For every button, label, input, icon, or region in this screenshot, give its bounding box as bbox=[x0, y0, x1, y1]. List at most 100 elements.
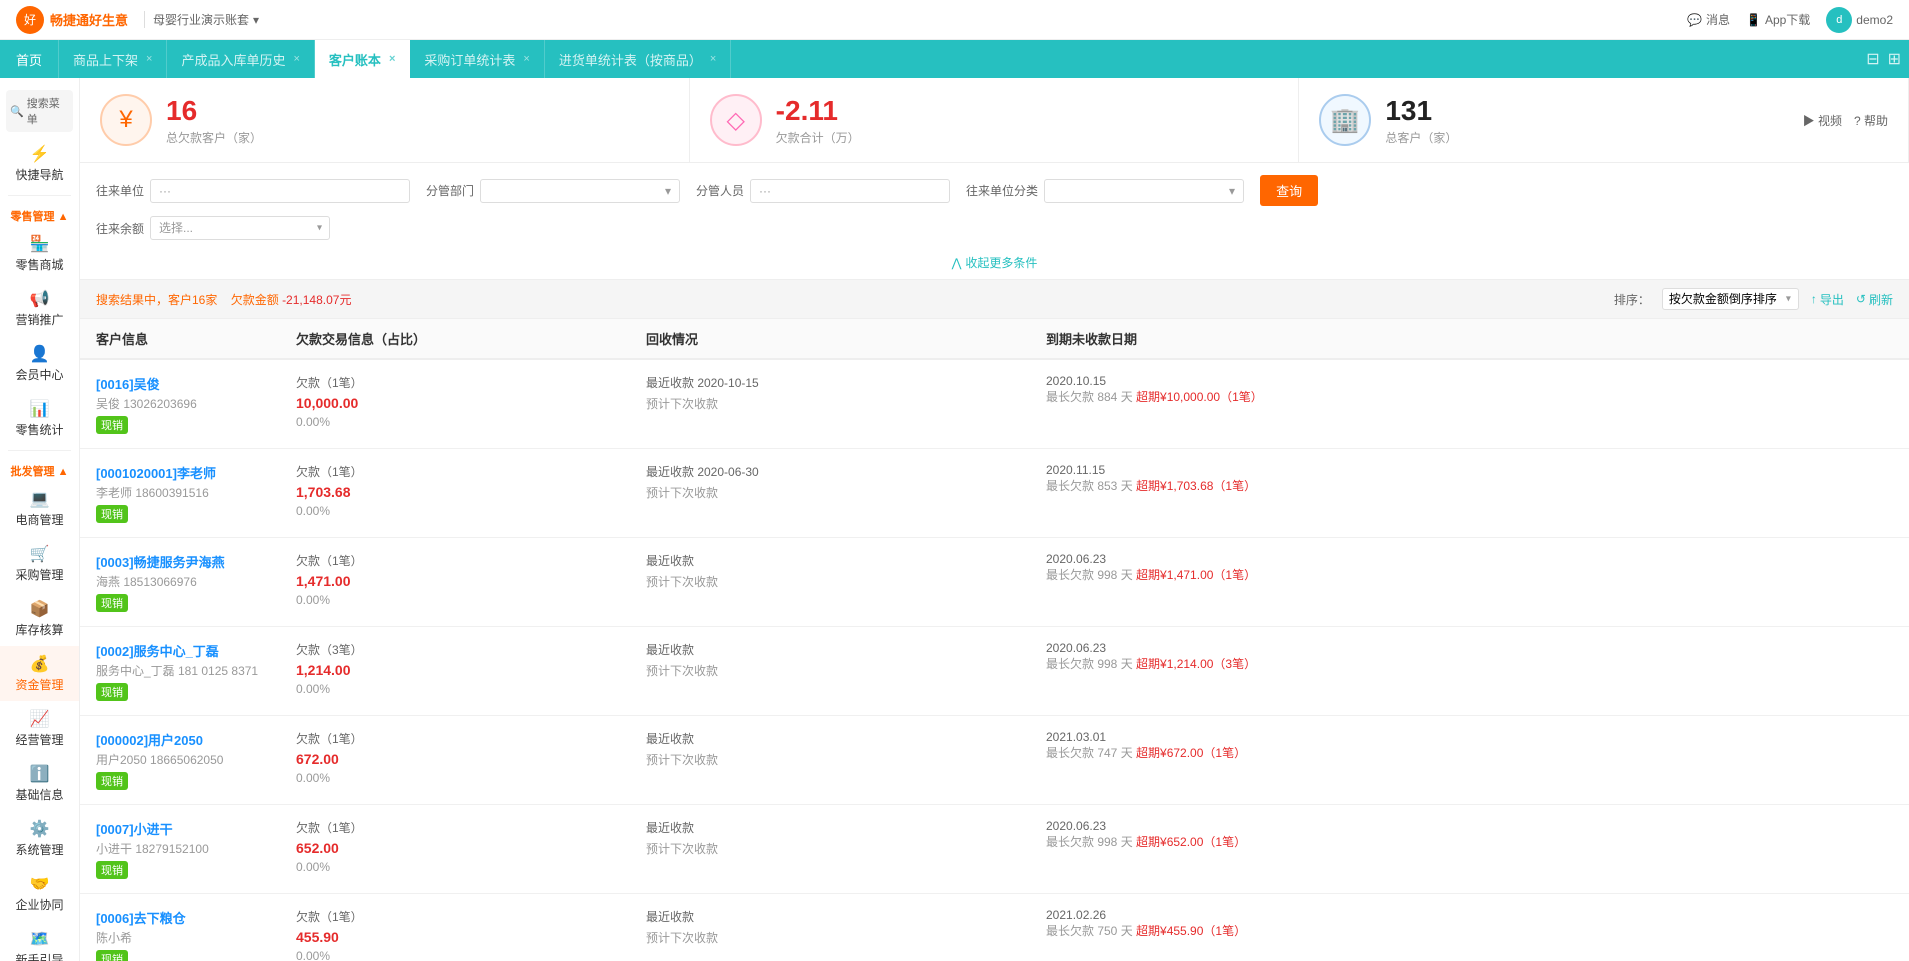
overdue-days-4: 最长欠款 747 天 超期¥672.00（1笔） bbox=[1046, 744, 1893, 761]
results-actions: 排序： 按欠款金额倒序排序 ↑ 导出 ↺ 刷新 bbox=[1614, 288, 1893, 310]
due-date-5: 2020.06.23 bbox=[1046, 819, 1893, 833]
stats-bar: ¥ 16 总欠款客户（家） ◇ -2.11 欠款合计（万） 🏢 131 总客户（… bbox=[80, 78, 1909, 163]
debt-cell-6: 欠款（1笔） 455.90 0.00% bbox=[296, 908, 646, 961]
customer-tag-1: 现销 bbox=[96, 505, 128, 523]
stat-card-actions: ▶ 视频 ? 帮助 bbox=[1803, 112, 1888, 129]
collapse-btn[interactable]: ⋀ 收起更多条件 bbox=[96, 250, 1893, 271]
close-icon[interactable]: × bbox=[293, 53, 299, 65]
sidebar-item-inventory[interactable]: 📦 库存核算 bbox=[0, 591, 79, 646]
app-download-btn[interactable]: 📱 App下载 bbox=[1746, 11, 1810, 28]
debt-amount-5[interactable]: 652.00 bbox=[296, 840, 646, 856]
help-btn[interactable]: ? 帮助 bbox=[1854, 112, 1888, 129]
customer-name-5[interactable]: [0007]小进干 bbox=[96, 819, 296, 838]
customer-cell-4: [000002]用户2050 用户2050 18665062050 现销 bbox=[96, 730, 296, 790]
customer-name-2[interactable]: [0003]畅捷服务尹海燕 bbox=[96, 552, 296, 571]
close-icon[interactable]: × bbox=[389, 53, 395, 65]
overdue-badge-5[interactable]: 超期¥652.00（1笔） bbox=[1136, 835, 1246, 849]
sidebar-item-basic-info[interactable]: ℹ️ 基础信息 bbox=[0, 756, 79, 811]
company-selector[interactable]: 母婴行业演示账套 ▾ bbox=[144, 11, 259, 28]
user-menu-btn[interactable]: d demo2 bbox=[1826, 7, 1893, 33]
department-input[interactable]: ▾ bbox=[480, 179, 680, 203]
sidebar-item-finance[interactable]: 💰 资金管理 bbox=[0, 646, 79, 701]
debt-pct-2: 0.00% bbox=[296, 593, 646, 607]
due-date-6: 2021.02.26 bbox=[1046, 908, 1893, 922]
debt-amount-4[interactable]: 672.00 bbox=[296, 751, 646, 767]
tab-home[interactable]: 首页 bbox=[0, 40, 59, 78]
customer-name-1[interactable]: [0001020001]李老师 bbox=[96, 463, 296, 482]
sidebar-section-retail[interactable]: 零售管理 ▲ bbox=[0, 200, 79, 226]
tab-expand-icon[interactable]: ⊞ bbox=[1888, 49, 1901, 69]
overdue-badge-1[interactable]: 超期¥1,703.68（1笔） bbox=[1136, 479, 1256, 493]
top-bar-left: 好 畅捷通好生意 母婴行业演示账套 ▾ bbox=[16, 6, 259, 34]
overdue-badge-4[interactable]: 超期¥672.00（1笔） bbox=[1136, 746, 1246, 760]
sidebar-item-retail-stats[interactable]: 📊 零售统计 bbox=[0, 391, 79, 446]
close-icon[interactable]: × bbox=[710, 53, 716, 65]
sort-select[interactable]: 按欠款金额倒序排序 bbox=[1662, 288, 1799, 310]
manager-input[interactable]: ··· bbox=[750, 179, 950, 203]
sidebar-item-operation[interactable]: 📈 经营管理 bbox=[0, 701, 79, 756]
tab-collapse-icon[interactable]: ⊟ bbox=[1866, 49, 1879, 69]
tab-product-offshelf[interactable]: 商品上下架 × bbox=[59, 40, 167, 78]
query-btn[interactable]: 查询 bbox=[1260, 175, 1318, 206]
tab-purchase-order[interactable]: 采购订单统计表 × bbox=[410, 40, 544, 78]
total-icon: 🏢 bbox=[1319, 94, 1371, 146]
stat-label-total: 总客户（家） bbox=[1385, 129, 1457, 146]
source-unit-input[interactable]: ··· bbox=[150, 179, 410, 203]
balance-select[interactable]: 选择... bbox=[150, 216, 330, 240]
unit-category-input[interactable]: ▾ bbox=[1044, 179, 1244, 203]
tab-purchase-stats[interactable]: 进货单统计表（按商品） × bbox=[545, 40, 731, 78]
sidebar-item-member[interactable]: 👤 会员中心 bbox=[0, 336, 79, 391]
customer-name-4[interactable]: [000002]用户2050 bbox=[96, 730, 296, 749]
recent-collect-3: 最近收款 bbox=[646, 641, 1046, 658]
sidebar-item-enterprise-collab[interactable]: 🤝 企业协同 bbox=[0, 866, 79, 921]
refresh-btn[interactable]: ↺ 刷新 bbox=[1856, 291, 1893, 308]
date-cell-0: 2020.10.15 最长欠款 884 天 超期¥10,000.00（1笔） bbox=[1046, 374, 1893, 405]
customer-tag-4: 现销 bbox=[96, 772, 128, 790]
sidebar-item-marketing[interactable]: 📢 营销推广 bbox=[0, 281, 79, 336]
customer-tag-2: 现销 bbox=[96, 594, 128, 612]
close-icon[interactable]: × bbox=[523, 53, 529, 65]
close-icon[interactable]: × bbox=[146, 53, 152, 65]
overdue-badge-3[interactable]: 超期¥1,214.00（3笔） bbox=[1136, 657, 1256, 671]
debt-pct-1: 0.00% bbox=[296, 504, 646, 518]
debt-amount-1[interactable]: 1,703.68 bbox=[296, 484, 646, 500]
date-cell-3: 2020.06.23 最长欠款 998 天 超期¥1,214.00（3笔） bbox=[1046, 641, 1893, 672]
sidebar-item-system[interactable]: ⚙️ 系统管理 bbox=[0, 811, 79, 866]
recent-collect-2: 最近收款 bbox=[646, 552, 1046, 569]
sidebar-item-guide[interactable]: 🗺️ 新手引导 bbox=[0, 921, 79, 961]
message-btn[interactable]: 💬 消息 bbox=[1687, 11, 1730, 28]
mall-icon: 🏪 bbox=[30, 234, 50, 254]
debt-amount-2[interactable]: 1,471.00 bbox=[296, 573, 646, 589]
customer-name-3[interactable]: [0002]服务中心_丁磊 bbox=[96, 641, 296, 660]
tab-customer-account[interactable]: 客户账本 × bbox=[315, 40, 410, 78]
stat-text-amount: -2.11 欠款合计（万） bbox=[776, 95, 860, 146]
purchase-icon: 🛒 bbox=[30, 544, 50, 564]
view-video-btn[interactable]: ▶ 视频 bbox=[1803, 112, 1842, 129]
overdue-badge-2[interactable]: 超期¥1,471.00（1笔） bbox=[1136, 568, 1256, 582]
table-body: [0016]吴俊 吴俊 13026203696 现销 欠款（1笔） 10,000… bbox=[80, 360, 1909, 961]
sidebar-item-retail-mall[interactable]: 🏪 零售商城 bbox=[0, 226, 79, 281]
logo-area: 好 畅捷通好生意 bbox=[16, 6, 128, 34]
debt-amount-0[interactable]: 10,000.00 bbox=[296, 395, 646, 411]
debt-amount-6[interactable]: 455.90 bbox=[296, 929, 646, 945]
export-btn[interactable]: ↑ 导出 bbox=[1811, 291, 1844, 308]
tab-bar: 首页 商品上下架 × 产成品入库单历史 × 客户账本 × 采购订单统计表 × 进… bbox=[0, 40, 1909, 78]
tab-product-history[interactable]: 产成品入库单历史 × bbox=[167, 40, 314, 78]
department-label: 分管部门 bbox=[426, 182, 474, 199]
table-row: [0006]去下粮仓 陈小希 现销 欠款（1笔） 455.90 0.00% 最近… bbox=[80, 894, 1909, 961]
sidebar-item-quick-nav[interactable]: ⚡ 快捷导航 bbox=[0, 136, 79, 191]
overdue-badge-6[interactable]: 超期¥455.90（1笔） bbox=[1136, 924, 1246, 938]
debt-amount-3[interactable]: 1,214.00 bbox=[296, 662, 646, 678]
search-menu-btn[interactable]: 🔍 搜索菜单 bbox=[6, 90, 73, 132]
table-row: [0003]畅捷服务尹海燕 海燕 18513066976 现销 欠款（1笔） 1… bbox=[80, 538, 1909, 627]
customer-name-6[interactable]: [0006]去下粮仓 bbox=[96, 908, 296, 927]
sidebar-item-ecommerce[interactable]: 💻 电商管理 bbox=[0, 481, 79, 536]
stats-icon: 📊 bbox=[30, 399, 50, 419]
chevron-down-icon: ▾ bbox=[665, 184, 671, 198]
recent-collect-0: 最近收款 2020-10-15 bbox=[646, 374, 1046, 391]
sidebar-section-wholesale[interactable]: 批发管理 ▲ bbox=[0, 455, 79, 481]
customer-name-0[interactable]: [0016]吴俊 bbox=[96, 374, 296, 393]
sidebar-item-purchase[interactable]: 🛒 采购管理 bbox=[0, 536, 79, 591]
overdue-badge-0[interactable]: 超期¥10,000.00（1笔） bbox=[1136, 390, 1263, 404]
due-date-3: 2020.06.23 bbox=[1046, 641, 1893, 655]
